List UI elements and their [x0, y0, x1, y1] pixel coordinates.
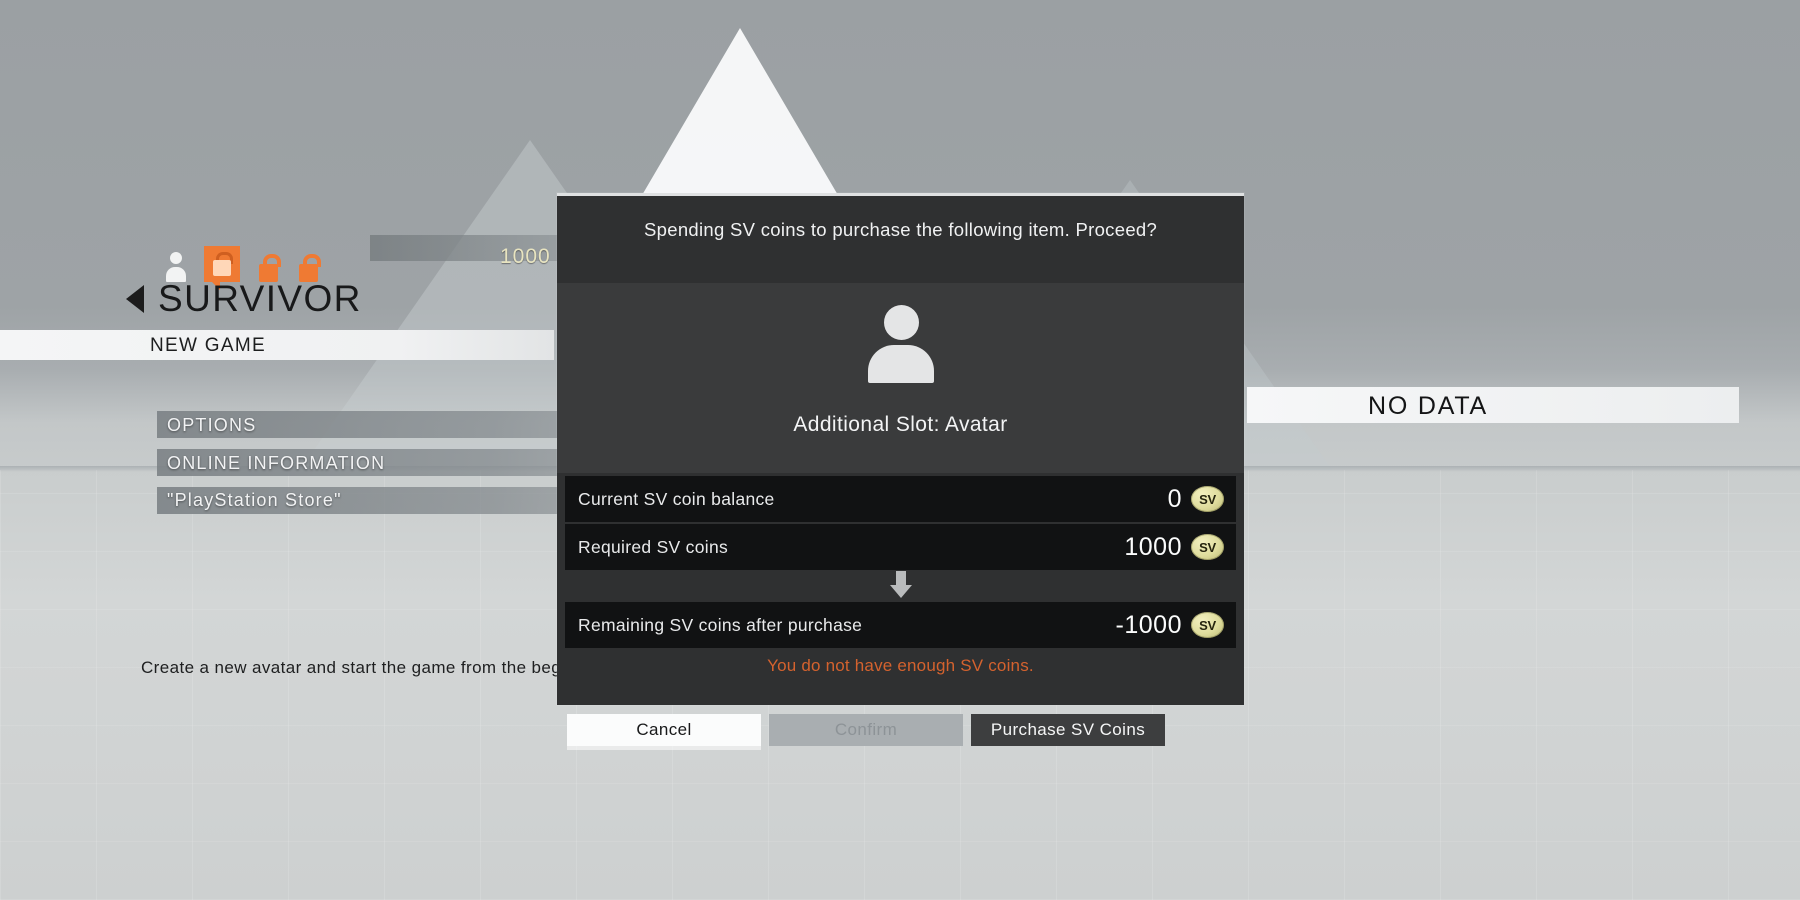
row-required-coins-value: 1000 — [1124, 532, 1182, 561]
sv-coin-icon: SV — [1191, 486, 1224, 512]
survivor-header: SURVIVOR — [126, 278, 362, 320]
person-icon — [867, 305, 934, 383]
person-icon-body — [867, 345, 934, 383]
menu-item-online-information-label: ONLINE INFORMATION — [167, 453, 386, 473]
row-current-balance-value-group: 0 SV — [1168, 485, 1224, 514]
lock-selected-body — [213, 260, 231, 276]
page-title: SURVIVOR — [158, 278, 362, 319]
chevron-left-icon[interactable] — [126, 285, 144, 313]
arrow-down-shaft — [895, 571, 906, 585]
row-remaining-coins-value: -1000 — [1115, 610, 1182, 639]
avatar-slot-icon-row — [166, 246, 321, 290]
save-data-panel — [1247, 387, 1739, 423]
row-remaining-coins-value-group: -1000 SV — [1116, 611, 1224, 640]
purchase-confirmation-dialog: Spending SV coins to purchase the follow… — [557, 193, 1244, 705]
sv-coin-icon: SV — [1191, 612, 1224, 638]
menu-item-new-game-label: NEW GAME — [150, 335, 266, 356]
person-icon-head — [883, 305, 919, 340]
dialog-prompt-text: Spending SV coins to purchase the follow… — [644, 219, 1158, 240]
row-required-coins: Required SV coins 1000 SV — [565, 524, 1236, 570]
row-current-balance-value: 0 — [1167, 484, 1182, 513]
purchase-sv-coins-button[interactable]: Purchase SV Coins — [971, 714, 1165, 746]
save-data-status: NO DATA — [1368, 392, 1489, 420]
row-remaining-coins-label: Remaining SV coins after purchase — [578, 614, 863, 635]
insufficient-funds-warning: You do not have enough SV coins. — [767, 656, 1034, 675]
arrow-down-icon-shape — [889, 571, 912, 598]
menu-item-options-label: OPTIONS — [167, 415, 257, 435]
sv-coin-icon: SV — [1191, 534, 1224, 560]
xp-value: 1000 — [500, 245, 551, 268]
row-required-coins-label: Required SV coins — [578, 536, 729, 557]
lock-selected-icon[interactable] — [204, 246, 240, 290]
menu-item-playstation-store-label: "PlayStation Store" — [167, 490, 342, 510]
arrow-down-head — [889, 585, 912, 598]
arrow-down-icon — [557, 571, 1244, 598]
dialog-button-row: Cancel Confirm Purchase SV Coins — [567, 714, 1165, 746]
row-required-coins-value-group: 1000 SV — [1124, 533, 1224, 562]
menu-description-text: Create a new avatar and start the game f… — [141, 658, 615, 677]
row-current-balance: Current SV coin balance 0 SV — [565, 476, 1236, 522]
row-remaining-coins: Remaining SV coins after purchase -1000 … — [565, 602, 1236, 648]
row-current-balance-label: Current SV coin balance — [578, 488, 775, 509]
confirm-button: Confirm — [769, 714, 963, 746]
cancel-button[interactable]: Cancel — [567, 714, 761, 746]
dialog-top-border — [557, 193, 1244, 196]
person-icon-head — [170, 252, 182, 264]
item-preview-panel: Additional Slot: Avatar — [557, 283, 1244, 473]
item-name-label: Additional Slot: Avatar — [793, 413, 1008, 436]
menu-item-new-game[interactable] — [0, 330, 554, 360]
